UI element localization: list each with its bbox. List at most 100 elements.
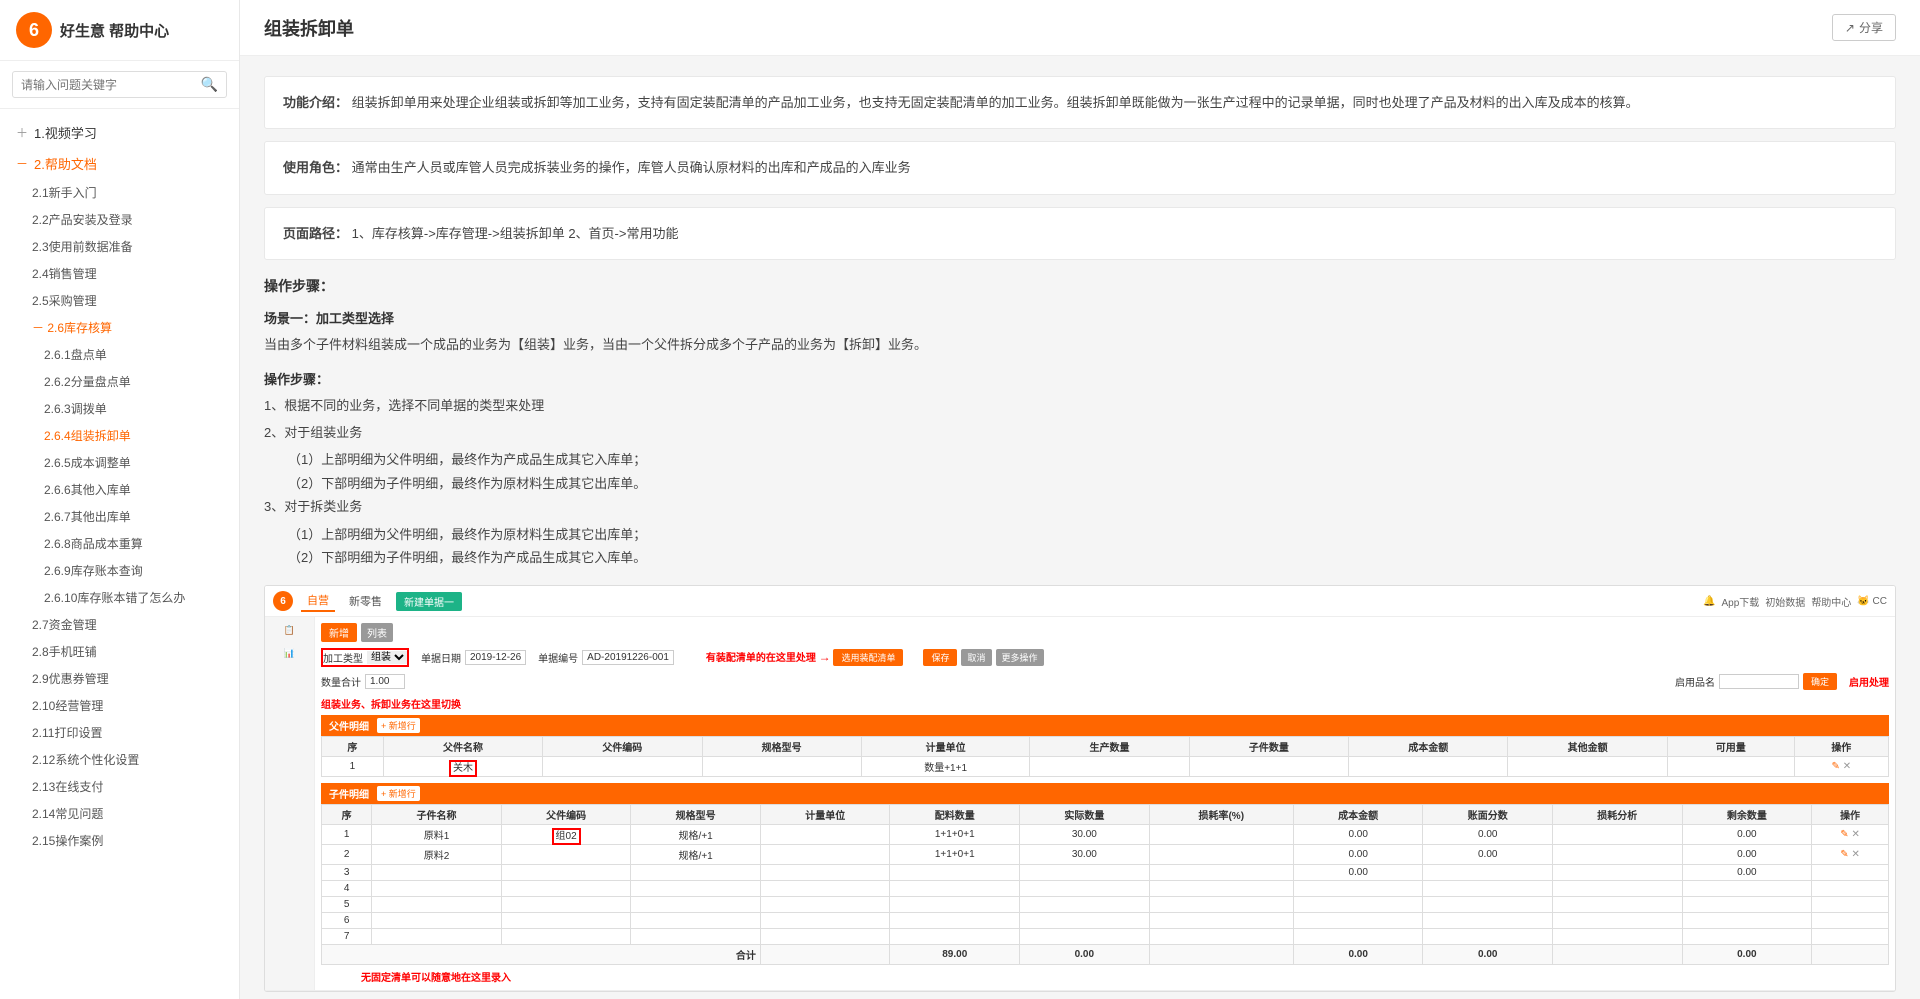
sim-parent-label: 父件明细 xyxy=(329,718,369,733)
sidebar-item-sales[interactable]: 2.4销售管理 xyxy=(0,260,239,287)
role-text: 通常由生产人员或库管人员完成拆装业务的操作，库管人员确认原材料的出库和产成品的入… xyxy=(352,160,911,175)
sidebar-item-data-prep[interactable]: 2.3使用前数据准备 xyxy=(0,233,239,260)
app-title: 好生意 帮助中心 xyxy=(60,20,169,41)
ops-steps-heading: 操作步骤： xyxy=(264,369,1896,388)
sidebar-item-video[interactable]: ＋ 1.视频学习 xyxy=(0,117,239,148)
sim-qty-field: 数量合计 1.00 xyxy=(321,674,405,689)
sidebar-item-stock-error[interactable]: 2.6.10库存账本错了怎么办 xyxy=(0,584,239,611)
sim-docno-value: AD-20191226-001 xyxy=(582,650,674,665)
page-title: 组装拆卸单 xyxy=(264,15,354,41)
share-icon: ↗ xyxy=(1845,21,1855,35)
main-area: 组装拆卸单 ↗ 分享 功能介绍： 组装拆卸单用来处理企业组装或拆卸等加工业务，支… xyxy=(240,0,1920,999)
parent-name-cell: 关木 xyxy=(449,760,477,777)
sim-child-header: 子件明细 + 新增行 xyxy=(321,783,1889,804)
sidebar-item-personalize[interactable]: 2.12系统个性化设置 xyxy=(0,746,239,773)
sidebar-item-cost-adjust[interactable]: 2.6.5成本调整单 xyxy=(0,449,239,476)
share-button[interactable]: ↗ 分享 xyxy=(1832,14,1896,41)
sidebar-item-cases[interactable]: 2.15操作案例 xyxy=(0,827,239,854)
delete-icon-2[interactable]: ✕ xyxy=(1851,829,1859,840)
sim-parent-table-wrap: 序 父件名称 父件编码 规格型号 计量单位 生产数量 子件数量 成本金额 其他金 xyxy=(321,736,1889,777)
sidebar-item-other-out[interactable]: 2.6.7其他出库单 xyxy=(0,503,239,530)
sim-screen: 6 自营 新零售 新建单据一 🔔 App下载 初始数据 帮助中心 🐱 CC xyxy=(265,586,1895,991)
table-row: 7 xyxy=(322,929,1889,945)
sim-apply-input[interactable] xyxy=(1719,674,1799,689)
table-row: 5 xyxy=(322,897,1889,913)
sim-date-value: 2019-12-26 xyxy=(465,650,526,665)
sidebar-item-cost-recalc[interactable]: 2.6.8商品成本重算 xyxy=(0,530,239,557)
sidebar-item-finance[interactable]: 2.7资金管理 xyxy=(0,611,239,638)
sidebar-item-operation[interactable]: 2.10经营管理 xyxy=(0,692,239,719)
search-icon[interactable]: 🔍 xyxy=(201,76,218,93)
table-row: 3 0.000.00 xyxy=(322,865,1889,881)
sidebar-item-assembly[interactable]: 2.6.4组装拆卸单 xyxy=(0,422,239,449)
collapse-icon: － xyxy=(16,155,28,172)
table-row: 4 xyxy=(322,881,1889,897)
sidebar: 6 好生意 帮助中心 🔍 ＋ 1.视频学习 － 2.帮助文档 2.1新手入门 2… xyxy=(0,0,240,999)
app-logo: 6 xyxy=(16,12,52,48)
search-box[interactable]: 🔍 xyxy=(12,71,227,98)
sidebar-item-stock-ledger[interactable]: 2.6.9库存账本查询 xyxy=(0,557,239,584)
sim-confirm-btn[interactable]: 确定 xyxy=(1803,673,1837,690)
sim-parent-table: 序 父件名称 父件编码 规格型号 计量单位 生产数量 子件数量 成本金额 其他金 xyxy=(321,736,1889,777)
sim-doc-area: 📋 📊 新增 列表 加工类型 xyxy=(265,617,1895,991)
sim-apply-area: 启用品名 确定 启用处理 xyxy=(1675,673,1889,690)
step3-2: （2）下部明细为子件明细，最终作为产成品生成其它入库单。 xyxy=(288,546,1896,569)
sim-child-table-wrap: 序 子件名称 父件编码 规格型号 计量单位 配料数量 实际数量 损耗率(%) 成 xyxy=(321,804,1889,965)
child-code-cell: 组02 xyxy=(552,828,581,845)
sim-save-btn: 保存 xyxy=(923,649,957,666)
logo-area: 6 好生意 帮助中心 xyxy=(0,0,239,61)
edit-icon-2[interactable]: ✎ xyxy=(1840,829,1848,840)
sidebar-item-other-in[interactable]: 2.6.6其他入库单 xyxy=(0,476,239,503)
path-block: 页面路径： 1、库存核算->库存管理->组装拆卸单 2、首页->常用功能 xyxy=(264,207,1896,260)
intro-block: 功能介绍： 组装拆卸单用来处理企业组装或拆卸等加工业务，支持有固定装配清单的产品… xyxy=(264,76,1896,129)
sidebar-item-beginner[interactable]: 2.1新手入门 xyxy=(0,179,239,206)
sim-bom-btn: 选用装配清单 xyxy=(833,649,903,666)
step1: 1、根据不同的业务，选择不同单据的类型来处理 xyxy=(264,394,1896,417)
delete-icon-3[interactable]: ✕ xyxy=(1851,849,1859,860)
sim-parent-header: 父件明细 + 新增行 xyxy=(321,715,1889,736)
sidebar-item-coupon[interactable]: 2.9优惠券管理 xyxy=(0,665,239,692)
sim-form-row2: 数量合计 1.00 启用品名 确定 启用处理 xyxy=(321,673,1889,690)
path-label: 页面路径： xyxy=(283,226,348,241)
sidebar-item-payment[interactable]: 2.13在线支付 xyxy=(0,773,239,800)
intro-label: 功能介绍： xyxy=(283,95,348,110)
edit-icon-3[interactable]: ✎ xyxy=(1840,849,1848,860)
sidebar-item-label: 1.视频学习 xyxy=(34,123,97,142)
sim-child-label: 子件明细 xyxy=(329,786,369,801)
sim-date-label: 单据日期 xyxy=(421,650,461,665)
sim-save-area: 保存 取消 更多操作 xyxy=(923,649,1043,666)
sim-child-table: 序 子件名称 父件编码 规格型号 计量单位 配料数量 实际数量 损耗率(%) 成 xyxy=(321,804,1889,965)
sidebar-item-mobile[interactable]: 2.8手机旺铺 xyxy=(0,638,239,665)
sidebar-item-faq[interactable]: 2.14常见问题 xyxy=(0,800,239,827)
sim-qty-value: 1.00 xyxy=(365,674,405,689)
sidebar-item-docs[interactable]: － 2.帮助文档 xyxy=(0,148,239,179)
sim-docno-label: 单据编号 xyxy=(538,650,578,665)
step3-sub: （1）上部明细为父件明细，最终作为原材料生成其它出库单； （2）下部明细为子件明… xyxy=(264,523,1896,570)
sidebar-item-print[interactable]: 2.11打印设置 xyxy=(0,719,239,746)
sim-date-field: 单据日期 2019-12-26 xyxy=(421,650,526,665)
delete-icon[interactable]: ✕ xyxy=(1843,761,1851,772)
sim-form-row1: 加工类型 组装 拆卸 单据日期 2019-12-26 xyxy=(321,648,1889,667)
expand-icon: ＋ xyxy=(16,124,28,141)
sidebar-item-purchase[interactable]: 2.5采购管理 xyxy=(0,287,239,314)
content-area: 功能介绍： 组装拆卸单用来处理企业组装或拆卸等加工业务，支持有固定装配清单的产品… xyxy=(240,56,1920,999)
sim-nav-item-2: 📊 xyxy=(269,644,310,663)
sim-add-child-btn[interactable]: + 新增行 xyxy=(377,786,420,801)
annotation-type-switch: 组装业务、拆卸业务在这里切换 xyxy=(321,696,1889,711)
intro-text: 组装拆卸单用来处理企业组装或拆卸等加工业务，支持有固定装配清单的产品加工业务，也… xyxy=(352,95,1639,110)
sim-type-label: 加工类型 xyxy=(323,650,363,665)
sim-add-parent-btn[interactable]: + 新增行 xyxy=(377,718,420,733)
sim-type-select[interactable]: 组装 拆卸 xyxy=(367,651,407,664)
sim-nav-item: 📋 xyxy=(269,621,310,640)
sim-type-field: 加工类型 组装 拆卸 xyxy=(321,648,409,667)
sidebar-item-stocktake[interactable]: 2.6.1盘点单 xyxy=(0,341,239,368)
sidebar-item-inventory[interactable]: － 2.6库存核算 xyxy=(0,314,239,341)
sim-menu-home: 自营 xyxy=(301,590,335,612)
search-input[interactable] xyxy=(21,78,201,92)
sim-tab-new: 新增 xyxy=(321,623,357,642)
edit-icon[interactable]: ✎ xyxy=(1832,761,1840,772)
sim-icons: 🔔 App下载 初始数据 帮助中心 🐱 CC xyxy=(1703,594,1887,609)
sidebar-item-transfer[interactable]: 2.6.3调拨单 xyxy=(0,395,239,422)
sidebar-item-partial-stocktake[interactable]: 2.6.2分量盘点单 xyxy=(0,368,239,395)
sidebar-item-install[interactable]: 2.2产品安装及登录 xyxy=(0,206,239,233)
